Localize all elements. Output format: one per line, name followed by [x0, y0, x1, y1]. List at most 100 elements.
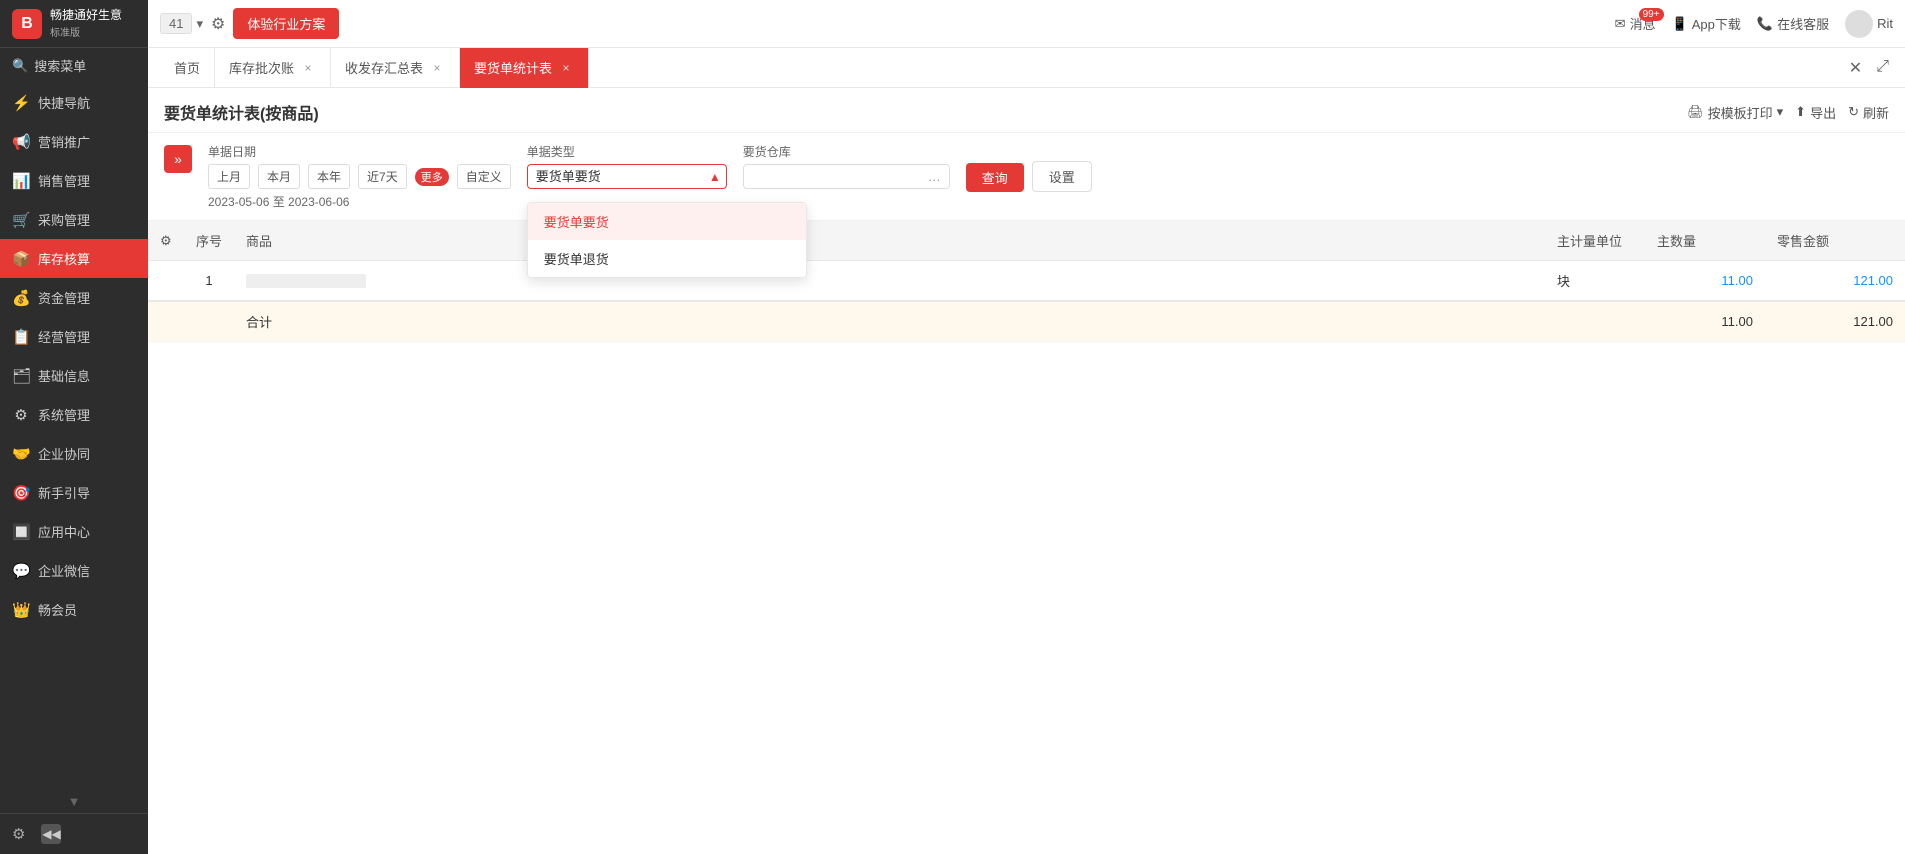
type-filter-label: 单据类型	[527, 143, 727, 160]
td-settings	[148, 261, 184, 302]
warehouse-more-icon[interactable]: …	[928, 169, 941, 184]
sidebar-item-app-center[interactable]: 🔲 应用中心	[0, 512, 148, 551]
nav-icon-quick: ⚡	[12, 94, 30, 112]
message-item[interactable]: ✉ 消息 99+	[1615, 14, 1656, 33]
td-unit: 块	[1545, 261, 1645, 302]
sidebar-item-purchase[interactable]: 🛒 采购管理	[0, 200, 148, 239]
sidebar-item-wechat[interactable]: 💬 企业微信	[0, 551, 148, 590]
sidebar-item-quick-nav[interactable]: ⚡ 快捷导航	[0, 83, 148, 122]
app-download-item[interactable]: 📱 App下载	[1672, 14, 1741, 33]
td-seq: 1	[184, 261, 234, 302]
logo-name: 畅捷通好生意	[50, 8, 122, 24]
user-name: Rit	[1877, 16, 1893, 31]
refresh-action[interactable]: ↻ 刷新	[1848, 103, 1889, 122]
tab-order-stats[interactable]: 要货单统计表 ×	[460, 48, 589, 88]
tab-count: 41	[160, 13, 192, 34]
collapse-button[interactable]: ◀◀	[41, 824, 61, 844]
expand-icon: »	[174, 151, 182, 167]
nav-icon-operation: 📋	[12, 328, 30, 346]
main-content: 41 ▾ ⚙ 体验行业方案 ✉ 消息 99+ 📱 App下载 📞 在线客服 R	[148, 0, 1905, 854]
warehouse-input[interactable]	[752, 169, 928, 184]
type-select[interactable]: 要货单要货 要货单退货	[527, 164, 727, 189]
message-icon: ✉	[1615, 16, 1626, 32]
trial-button[interactable]: 体验行业方案	[233, 8, 339, 39]
page-content: 要货单统计表(按商品) 🖨 按模板打印 ▾ ⬆ 导出 ↻ 刷新	[148, 88, 1905, 854]
online-service-item[interactable]: 📞 在线客服	[1757, 14, 1829, 33]
dropdown-item-order[interactable]: 要货单要货	[528, 203, 806, 240]
tab-collect-close[interactable]: ×	[429, 60, 445, 76]
tab-order-stats-close[interactable]: ×	[558, 60, 574, 76]
date-filter-label: 单据日期	[208, 143, 511, 160]
nav-icon-inventory: 📦	[12, 250, 30, 268]
tab-home[interactable]: 首页	[160, 48, 215, 88]
settings-icon[interactable]: ⚙	[12, 825, 25, 843]
last-month-btn[interactable]: 上月	[208, 164, 250, 189]
th-settings[interactable]: ⚙	[148, 221, 184, 261]
tab-batch[interactable]: 库存批次账 ×	[215, 48, 331, 88]
avatar	[1845, 10, 1873, 38]
sidebar-scroll-down[interactable]: ▼	[0, 790, 148, 813]
this-year-btn[interactable]: 本年	[308, 164, 350, 189]
sidebar-item-inventory[interactable]: 📦 库存核算	[0, 239, 148, 278]
amount-link[interactable]: 121.00	[1853, 273, 1893, 288]
goods-name-placeholder	[246, 274, 366, 288]
nav-icon-purchase: 🛒	[12, 211, 30, 229]
tab-batch-label: 库存批次账	[229, 58, 294, 77]
tab-batch-close[interactable]: ×	[300, 60, 316, 76]
th-amount: 零售金额	[1765, 221, 1905, 261]
export-label: 导出	[1810, 103, 1836, 122]
settings-button[interactable]: 设置	[1032, 161, 1092, 192]
nav-label-system: 系统管理	[38, 405, 90, 424]
more-badge[interactable]: 更多	[415, 168, 449, 186]
nav-icon-sales: 📊	[12, 172, 30, 190]
table-row: 1 块 11.00 121.00	[148, 261, 1905, 302]
expand-button[interactable]: »	[164, 145, 192, 173]
sidebar-item-operation[interactable]: 📋 经营管理	[0, 317, 148, 356]
th-qty: 主数量	[1645, 221, 1765, 261]
sidebar-item-guide[interactable]: 🎯 新手引导	[0, 473, 148, 512]
dropdown-item-return[interactable]: 要货单退货	[528, 240, 806, 277]
nav-label-finance: 资金管理	[38, 288, 90, 307]
tabs-close-all[interactable]: ✕	[1845, 54, 1866, 82]
dropdown-icon[interactable]: ▾	[196, 16, 203, 32]
online-service-label: 在线客服	[1777, 14, 1829, 33]
td-goods	[234, 261, 1545, 302]
sidebar-item-sales[interactable]: 📊 销售管理	[0, 161, 148, 200]
search-menu[interactable]: 🔍 搜索菜单	[0, 48, 148, 83]
type-filter-group: 单据类型 要货单要货 要货单退货 ▲ 要货单要货 要货单退货	[527, 143, 727, 189]
sidebar-item-finance[interactable]: 💰 资金管理	[0, 278, 148, 317]
tab-collect-label: 收发存汇总表	[345, 58, 423, 77]
print-action[interactable]: 🖨 按模板打印 ▾	[1687, 103, 1783, 122]
sidebar-item-system[interactable]: ⚙ 系统管理	[0, 395, 148, 434]
sidebar-item-basic[interactable]: 🗂 基础信息	[0, 356, 148, 395]
logo-area: B 畅捷通好生意 标准版	[0, 0, 148, 48]
sidebar-item-member[interactable]: 👑 畅会员	[0, 590, 148, 629]
nav-icon-marketing: 📢	[12, 133, 30, 151]
th-seq: 序号	[184, 221, 234, 261]
sidebar-nav: ⚡ 快捷导航 📢 营销推广 📊 销售管理 🛒 采购管理 📦 库存核算 💰 资金管…	[0, 83, 148, 790]
last-7-days-btn[interactable]: 近7天	[358, 164, 407, 189]
tab-order-stats-label: 要货单统计表	[474, 58, 552, 77]
warehouse-filter-group: 要货仓库 …	[743, 143, 950, 189]
sidebar-item-enterprise[interactable]: 🤝 企业协同	[0, 434, 148, 473]
user-avatar-item[interactable]: Rit	[1845, 10, 1893, 38]
nav-icon-guide: 🎯	[12, 484, 30, 502]
summary-label: 合计	[234, 301, 1545, 342]
nav-label-inventory: 库存核算	[38, 249, 90, 268]
custom-btn[interactable]: 自定义	[457, 164, 511, 189]
export-action[interactable]: ⬆ 导出	[1795, 103, 1836, 122]
date-filter-row: 上月 本月 本年 近7天 更多 自定义	[208, 164, 511, 189]
nav-label-wechat: 企业微信	[38, 561, 90, 580]
sidebar-item-marketing[interactable]: 📢 营销推广	[0, 122, 148, 161]
filter-bar: » 单据日期 上月 本月 本年 近7天 更多 自定义 2023-05-06 至 …	[148, 133, 1905, 221]
this-month-btn[interactable]: 本月	[258, 164, 300, 189]
tab-collect[interactable]: 收发存汇总表 ×	[331, 48, 460, 88]
summary-empty-2	[184, 301, 234, 342]
nav-icon-system: ⚙	[12, 406, 30, 424]
header-settings-icon[interactable]: ⚙	[211, 14, 225, 34]
qty-link[interactable]: 11.00	[1721, 273, 1753, 288]
export-icon: ⬆	[1795, 104, 1806, 120]
query-button[interactable]: 查询	[966, 163, 1024, 192]
tabs-expand[interactable]: ⤢	[1872, 54, 1893, 82]
page-actions: 🖨 按模板打印 ▾ ⬆ 导出 ↻ 刷新	[1687, 103, 1889, 122]
